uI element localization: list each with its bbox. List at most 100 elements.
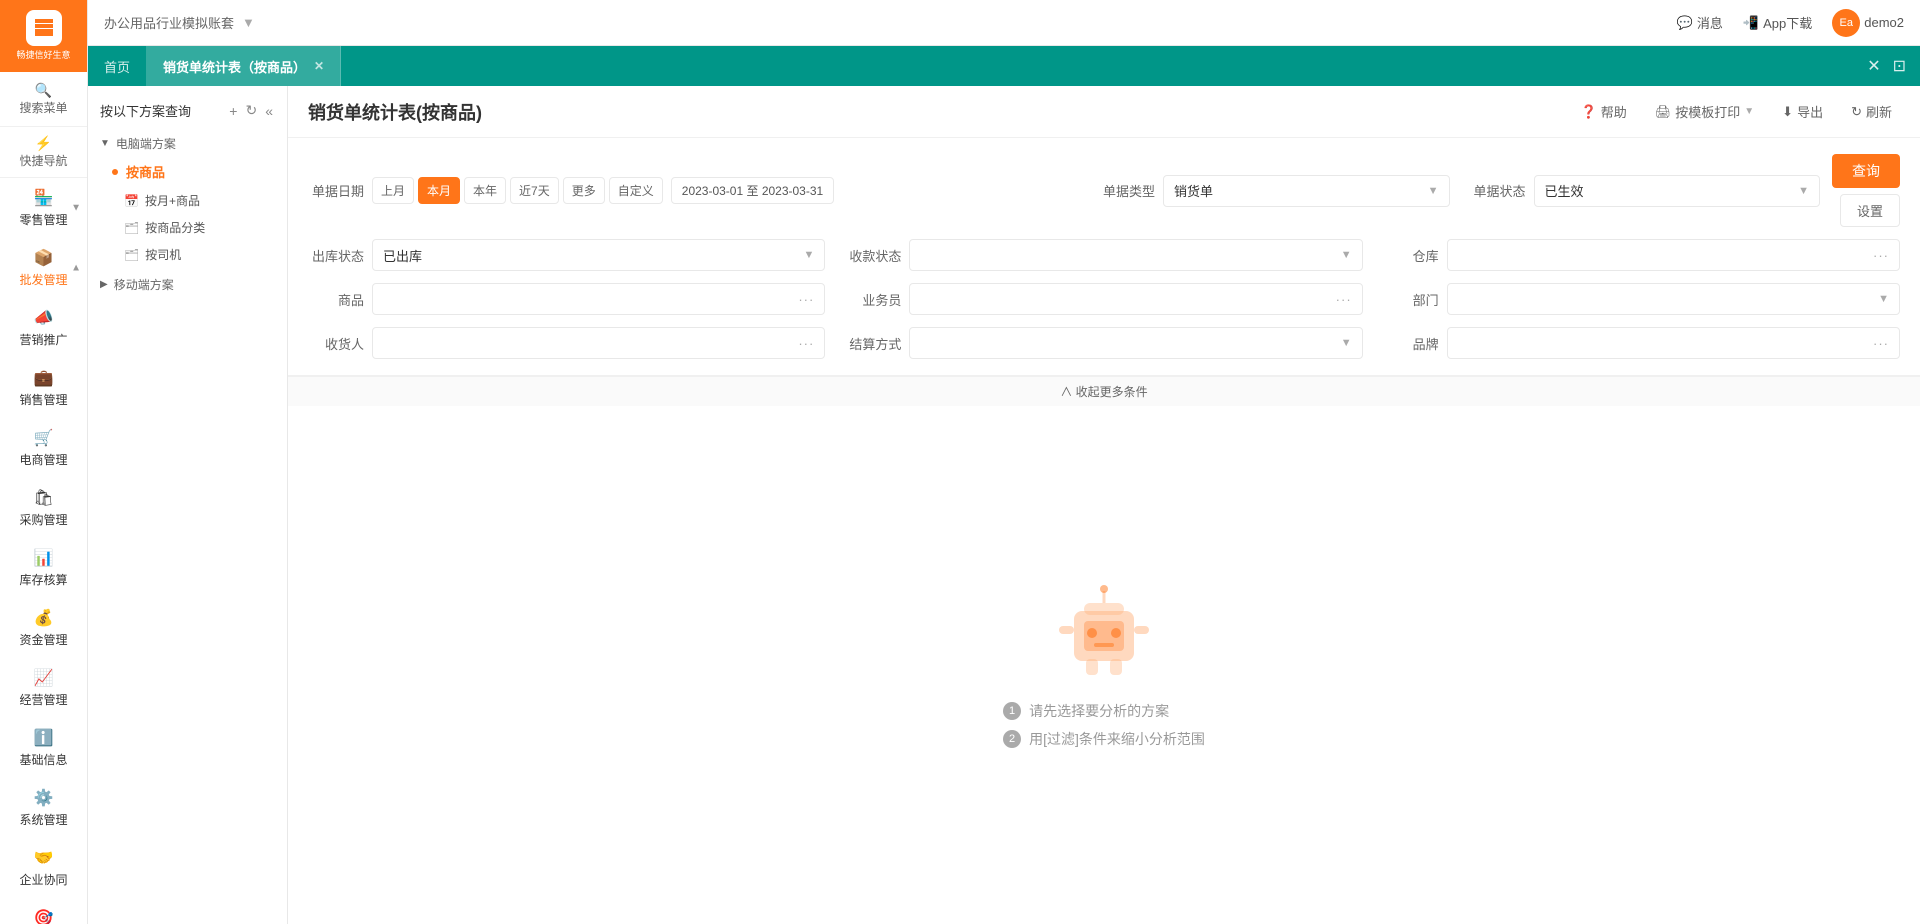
collapse-bar[interactable]: ∧ 收起更多条件 (288, 376, 1920, 406)
salesperson-label: 业务员 (845, 290, 901, 309)
filter-row-2: 出库状态 已出库 ▼ 收款状态 ▼ 仓库 (308, 239, 1900, 271)
payment-label: 结算方式 (845, 334, 901, 353)
department-select[interactable]: ▼ (1447, 283, 1900, 315)
sidebar-item-purchase-label: 采购管理 (19, 511, 67, 528)
sidebar-item-finance[interactable]: 💰 资金管理 (0, 598, 87, 658)
sidebar-item-basic-label: 基础信息 (19, 751, 67, 768)
tab-home-label: 首页 (104, 57, 130, 76)
sidebar-item-system-label: 系统管理 (19, 811, 67, 828)
search-menu-label: 搜索菜单 (19, 99, 67, 116)
sidebar-item-ecom[interactable]: 🛒 电商管理 (0, 418, 87, 478)
sidebar-item-operation-label: 经营管理 (19, 691, 67, 708)
refresh-label: 刷新 (1866, 102, 1892, 121)
sidebar-item-newbie[interactable]: 🎯 新手引导 (0, 898, 87, 924)
scheme-item-by-product[interactable]: 按商品 (88, 156, 287, 187)
refresh-btn[interactable]: ↻ 刷新 (1843, 98, 1900, 125)
sidebar-item-marketing-label: 营销推广 (19, 331, 67, 348)
out-status-caret-icon: ▼ (803, 249, 814, 261)
close-window-btn[interactable]: ✕ (1861, 54, 1886, 78)
tip2-text: 用[过滤]条件来缩小分析范围 (1029, 729, 1205, 749)
date-btn-custom[interactable]: 自定义 (609, 177, 663, 204)
tip2-number: 2 (1003, 730, 1021, 748)
brand-label: 品牌 (1383, 334, 1439, 353)
main-area: 办公用品行业模拟账套 ▼ 💬 消息 📲 App下载 Ea demo2 首页 (88, 0, 1920, 924)
sidebar-item-operation[interactable]: 📈 经营管理 (0, 658, 87, 718)
scheme-item-by-cashier[interactable]: 🗂 按司机 (88, 241, 287, 268)
scheme-item-by-month-product[interactable]: 📅 按月+商品 (88, 187, 287, 214)
right-panel: 销货单统计表(按商品) ❓ 帮助 🖨 按模板打印 ▼ ⬇ 导出 (288, 86, 1920, 924)
filter-salesperson: 业务员 ··· (845, 283, 1362, 315)
app-subtitle: 畅捷信好生意 (16, 50, 70, 62)
sidebar-item-enterprise[interactable]: 🤝 企业协同 (0, 838, 87, 898)
date-btn-7days[interactable]: 近7天 (510, 177, 559, 204)
query-button[interactable]: 查询 (1832, 154, 1900, 188)
date-label: 单据日期 (308, 181, 364, 200)
purchase-icon: 🛍 (33, 488, 53, 508)
sidebar-item-marketing[interactable]: 📣 营销推广 (0, 298, 87, 358)
sidebar-item-retail-label: 零售管理 (19, 211, 67, 228)
quick-nav[interactable]: ⚡ 快捷导航 (0, 127, 87, 178)
help-btn[interactable]: ❓ 帮助 (1573, 98, 1635, 125)
logo-icon (26, 10, 62, 46)
type-select[interactable]: 销货单 ▼ (1163, 175, 1449, 207)
receipt-status-select[interactable]: ▼ (909, 239, 1362, 271)
help-label: 帮助 (1601, 102, 1627, 121)
empty-tip-2: 2 用[过滤]条件来缩小分析范围 (1003, 729, 1205, 749)
date-btn-this-year[interactable]: 本年 (464, 177, 506, 204)
close-tab-icon[interactable]: ✕ (314, 59, 324, 73)
collapse-panel-btn[interactable]: « (263, 100, 275, 121)
search-menu[interactable]: 🔍 搜索菜单 (0, 72, 87, 127)
sidebar-item-system[interactable]: ⚙️ 系统管理 (0, 778, 87, 838)
product-dots-icon: ··· (798, 292, 814, 307)
date-btn-more[interactable]: 更多 (563, 177, 605, 204)
mobile-scheme-group-title[interactable]: ▶ 移动端方案 (88, 272, 287, 297)
help-icon: ❓ (1581, 104, 1597, 120)
out-status-select[interactable]: 已出库 ▼ (372, 239, 825, 271)
add-scheme-btn[interactable]: + (227, 100, 239, 121)
product-select[interactable]: ··· (372, 283, 825, 315)
workspace-dropdown-icon[interactable]: ▼ (242, 15, 255, 30)
retail-icon: 🏪 (34, 188, 54, 208)
sidebar-item-purchase[interactable]: 🛍 采购管理 (0, 478, 87, 538)
sidebar-item-sales[interactable]: 💼 销售管理 (0, 358, 87, 418)
tab-sales-stats[interactable]: 销货单统计表（按商品） ✕ (147, 46, 341, 86)
warehouse-select[interactable]: ··· (1447, 239, 1900, 271)
toggle-mobile-icon: ▶ (100, 279, 108, 290)
quick-nav-label: 快捷导航 (19, 152, 67, 169)
settings-button[interactable]: 设置 (1840, 194, 1900, 227)
sidebar-item-wholesale[interactable]: 📦 批发管理 ▲ (0, 238, 87, 298)
sidebar-item-basic[interactable]: ℹ️ 基础信息 (0, 718, 87, 778)
payment-select[interactable]: ▼ (909, 327, 1362, 359)
user-btn[interactable]: Ea demo2 (1832, 9, 1904, 37)
filter-type: 单据类型 销货单 ▼ (1099, 175, 1449, 207)
maximize-btn[interactable]: ⊡ (1887, 54, 1912, 78)
salesperson-select[interactable]: ··· (909, 283, 1362, 315)
scheme-item-by-category[interactable]: 🗂 按商品分类 (88, 214, 287, 241)
date-btn-last-month[interactable]: 上月 (372, 177, 414, 204)
app-download-btn[interactable]: 📲 App下载 (1743, 13, 1812, 32)
workspace-label: 办公用品行业模拟账套 (104, 13, 234, 32)
tip1-number: 1 (1003, 702, 1021, 720)
brand-select[interactable]: ··· (1447, 327, 1900, 359)
filter-date: 单据日期 上月 本月 本年 近7天 更多 自定义 2023-03-01 至 20… (308, 177, 1079, 204)
sidebar-item-retail[interactable]: 🏪 零售管理 ▼ (0, 178, 87, 238)
desktop-scheme-group: ▼ 电脑端方案 按商品 📅 按月+商品 🗂 按商品分类 🗂 (88, 131, 287, 268)
export-btn[interactable]: ⬇ 导出 (1774, 98, 1831, 125)
sidebar-item-inventory[interactable]: 📊 库存核算 (0, 538, 87, 598)
tab-home[interactable]: 首页 (88, 46, 147, 86)
sidebar-item-inventory-label: 库存核算 (19, 571, 67, 588)
warehouse-label: 仓库 (1383, 246, 1439, 265)
receiver-select[interactable]: ··· (372, 327, 825, 359)
print-btn[interactable]: 🖨 按模板打印 ▼ (1647, 98, 1762, 125)
refresh-scheme-btn[interactable]: ↻ (243, 100, 259, 121)
top-header: 办公用品行业模拟账套 ▼ 💬 消息 📲 App下载 Ea demo2 (88, 0, 1920, 46)
scheme-by-month-product-label: 按月+商品 (145, 192, 200, 209)
receiver-label: 收货人 (308, 334, 364, 353)
wholesale-icon: 📦 (34, 248, 54, 268)
message-btn[interactable]: 💬 消息 (1677, 13, 1723, 32)
status-select[interactable]: 已生效 ▼ (1534, 175, 1820, 207)
scheme-by-product-label: 按商品 (126, 162, 165, 181)
desktop-scheme-group-title[interactable]: ▼ 电脑端方案 (88, 131, 287, 156)
warehouse-dots-icon: ··· (1873, 248, 1889, 263)
date-btn-this-month[interactable]: 本月 (418, 177, 460, 204)
